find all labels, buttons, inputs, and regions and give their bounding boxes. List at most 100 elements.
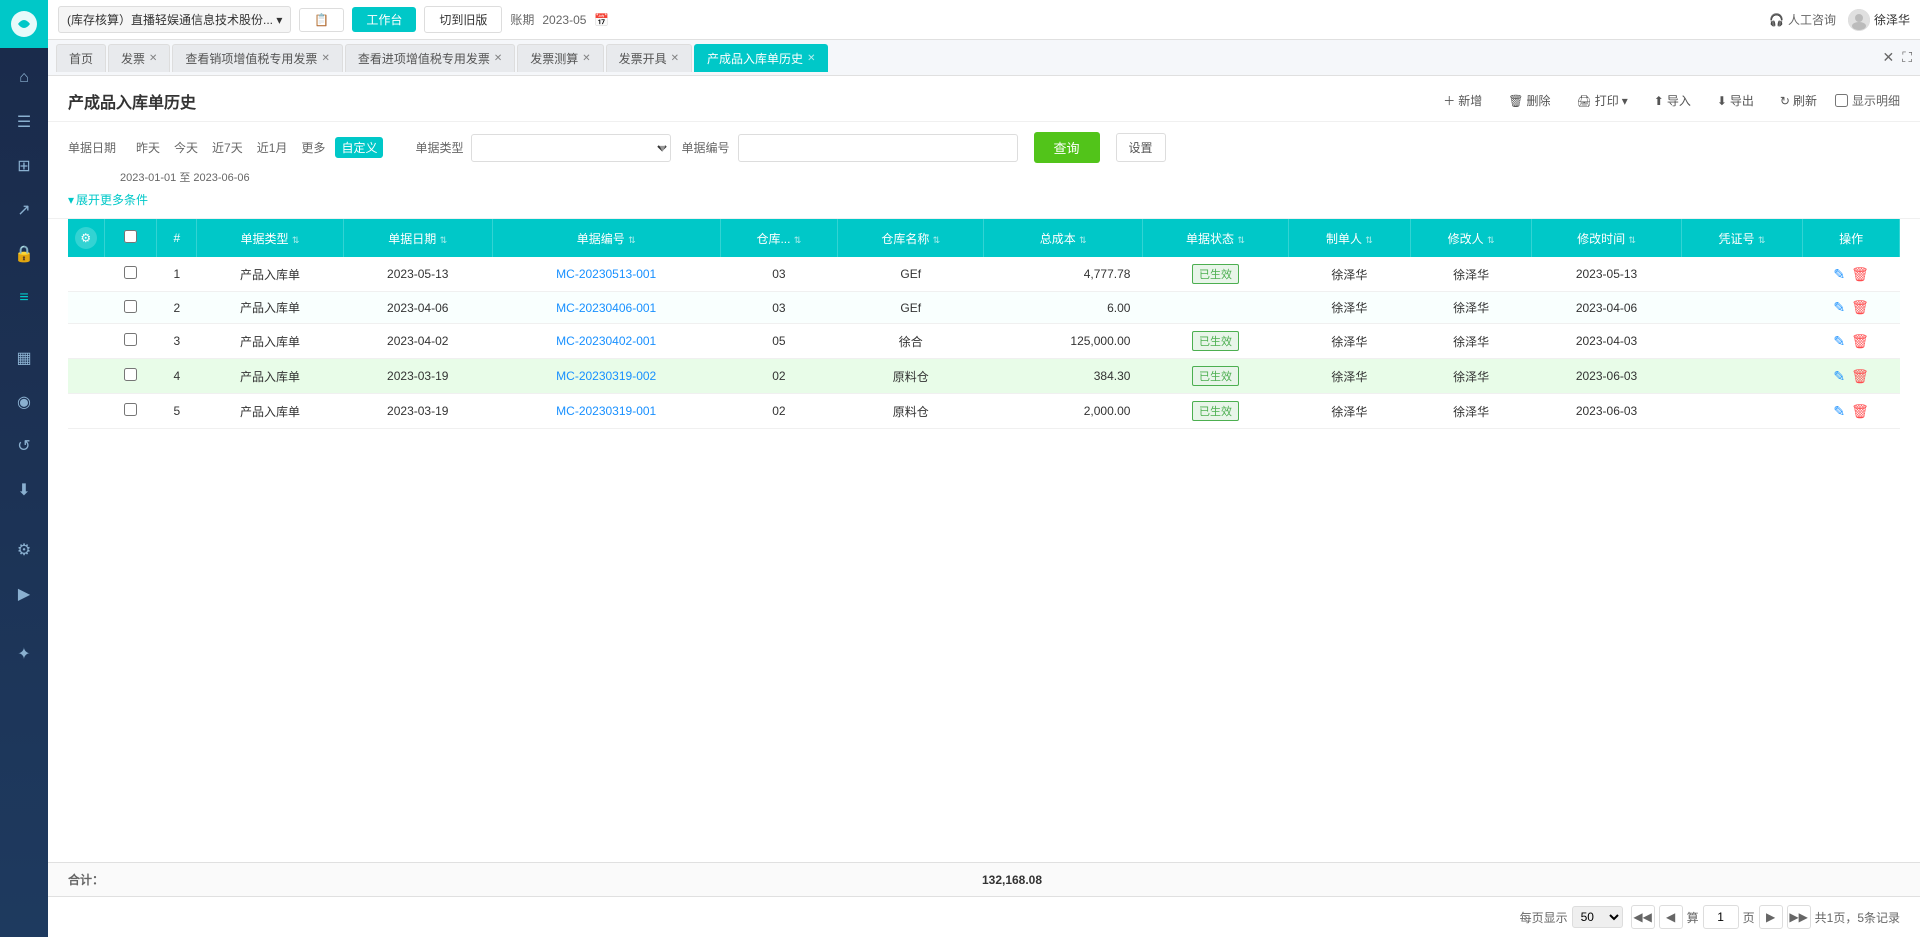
first-page-button[interactable]: ◀◀ (1631, 905, 1655, 929)
row-checkbox[interactable] (124, 403, 137, 416)
new-button[interactable]: ＋ 新增 (1435, 88, 1490, 113)
col-doc-date[interactable]: 单据日期 ⇅ (343, 219, 492, 257)
col-doc-status[interactable]: 单据状态 ⇅ (1142, 219, 1288, 257)
sidebar-item-document[interactable]: ☰ (0, 100, 48, 144)
tab-close-product-history[interactable]: ✕ (807, 53, 815, 64)
edit-icon[interactable]: ✎ (1833, 299, 1845, 316)
refresh-button[interactable]: ↻ 刷新 (1772, 88, 1825, 113)
edit-icon[interactable]: ✎ (1833, 266, 1845, 283)
row-checkbox-cell[interactable] (104, 292, 157, 324)
row-doc-no[interactable]: MC-20230319-001 (492, 394, 720, 429)
row-checkbox[interactable] (124, 266, 137, 279)
row-doc-no[interactable]: MC-20230406-001 (492, 292, 720, 324)
delete-row-icon[interactable]: 🗑 (1851, 403, 1869, 420)
col-total-cost[interactable]: 总成本 ⇅ (984, 219, 1143, 257)
tab-close-sales-vat[interactable]: ✕ (321, 53, 329, 64)
sidebar-item-analysis[interactable]: ↗ (0, 188, 48, 232)
tab-close-purchase-vat[interactable]: ✕ (494, 53, 502, 64)
switch-mode-button[interactable]: 切到旧版 (424, 6, 502, 33)
row-checkbox[interactable] (124, 300, 137, 313)
col-modifier[interactable]: 修改人 ⇅ (1410, 219, 1532, 257)
customer-service[interactable]: 🎧 人工咨询 (1769, 11, 1836, 28)
tab-invoice-open[interactable]: 发票开具 ✕ (606, 44, 692, 72)
setting-button[interactable]: 设置 (1116, 133, 1166, 162)
select-all-checkbox[interactable] (124, 230, 137, 243)
shortcut-1month[interactable]: 近1月 (253, 137, 292, 158)
row-checkbox-cell[interactable] (104, 359, 157, 394)
col-doc-type[interactable]: 单据类型 ⇅ (197, 219, 343, 257)
calendar-icon[interactable]: 📅 (594, 13, 609, 27)
delete-row-icon[interactable]: 🗑 (1851, 333, 1869, 350)
col-modify-time[interactable]: 修改时间 ⇅ (1532, 219, 1681, 257)
tab-invoice-calc[interactable]: 发票测算 ✕ (517, 44, 603, 72)
user-menu[interactable]: 徐泽华 (1848, 9, 1910, 31)
sidebar-item-stamp[interactable]: ◉ (0, 380, 48, 424)
edit-icon[interactable]: ✎ (1833, 333, 1845, 350)
sidebar-item-grid[interactable]: ▦ (0, 336, 48, 380)
tab-product-history[interactable]: 产成品入库单历史 ✕ (694, 44, 828, 72)
company-selector[interactable]: (库存核算）直播轻娱通信息技术股份... ▾ (58, 6, 291, 33)
col-settings[interactable]: ⚙ (68, 219, 104, 257)
next-page-button[interactable]: ▶ (1759, 905, 1783, 929)
col-voucher-no[interactable]: 凭证号 ⇅ (1681, 219, 1803, 257)
tab-close-invoice[interactable]: ✕ (149, 53, 157, 64)
show-detail-checkbox[interactable] (1835, 94, 1848, 107)
column-settings-icon[interactable]: ⚙ (75, 227, 97, 249)
delete-row-icon[interactable]: 🗑 (1851, 299, 1869, 316)
sidebar-item-settings[interactable]: ⚙ (0, 528, 48, 572)
row-checkbox-cell[interactable] (104, 394, 157, 429)
print-button[interactable]: 🖨 打印 ▾ (1568, 88, 1635, 113)
row-checkbox[interactable] (124, 368, 137, 381)
tab-close-invoice-calc[interactable]: ✕ (582, 53, 590, 64)
row-checkbox-cell[interactable] (104, 257, 157, 292)
shortcut-today[interactable]: 今天 (170, 137, 202, 158)
row-doc-no[interactable]: MC-20230402-001 (492, 324, 720, 359)
col-checkbox[interactable] (104, 219, 157, 257)
expand-more-button[interactable]: ▾ 展开更多条件 (68, 191, 148, 208)
per-page-select[interactable]: 50 10 20 100 (1572, 906, 1623, 928)
shortcut-more[interactable]: 更多 (297, 137, 329, 158)
tab-purchase-vat[interactable]: 查看进项增值税专用发票 ✕ (345, 44, 515, 72)
doc-type-select[interactable] (471, 134, 671, 162)
sidebar-item-refresh[interactable]: ↺ (0, 424, 48, 468)
row-checkbox-cell[interactable] (104, 324, 157, 359)
delete-row-icon[interactable]: 🗑 (1851, 266, 1869, 283)
tab-home[interactable]: 首页 (56, 44, 106, 72)
sidebar-item-home[interactable]: ⌂ (0, 56, 48, 100)
row-doc-no[interactable]: MC-20230319-002 (492, 359, 720, 394)
sidebar-item-list[interactable]: ≡ (0, 276, 48, 320)
row-doc-no[interactable]: MC-20230513-001 (492, 257, 720, 292)
sidebar-item-star[interactable]: ✦ (0, 632, 48, 676)
delete-button[interactable]: 🗑 删除 (1500, 88, 1558, 113)
doc-no-input[interactable] (738, 134, 1018, 162)
delete-row-icon[interactable]: 🗑 (1851, 368, 1869, 385)
app-logo[interactable] (0, 0, 48, 48)
col-warehouse-no[interactable]: 仓库... ⇅ (720, 219, 838, 257)
edit-icon[interactable]: ✎ (1833, 403, 1845, 420)
close-all-tabs-button[interactable]: ✕ (1882, 49, 1894, 66)
shortcut-yesterday[interactable]: 昨天 (132, 137, 164, 158)
sidebar-item-download[interactable]: ⬇ (0, 468, 48, 512)
tab-close-invoice-open[interactable]: ✕ (671, 53, 679, 64)
prev-page-button[interactable]: ◀ (1659, 905, 1683, 929)
col-creator[interactable]: 制单人 ⇅ (1289, 219, 1411, 257)
row-checkbox[interactable] (124, 333, 137, 346)
sidebar-item-play[interactable]: ▶ (0, 572, 48, 616)
page-input[interactable] (1703, 905, 1739, 929)
shortcut-custom[interactable]: 自定义 (335, 137, 383, 158)
tab-sales-vat[interactable]: 查看销项增值税专用发票 ✕ (172, 44, 342, 72)
edit-icon[interactable]: ✎ (1833, 368, 1845, 385)
export-button[interactable]: ⬇ 导出 (1709, 88, 1762, 113)
import-button[interactable]: ⬆ 导入 (1646, 88, 1699, 113)
copy-doc-button[interactable]: 📋 (299, 8, 344, 32)
sidebar-item-lock[interactable]: 🔒 (0, 232, 48, 276)
fullscreen-button[interactable]: ⛶ (1902, 49, 1912, 66)
col-warehouse-name[interactable]: 仓库名称 ⇅ (838, 219, 984, 257)
tab-invoice[interactable]: 发票 ✕ (108, 44, 170, 72)
show-detail-toggle[interactable]: 显示明细 (1835, 92, 1900, 109)
sidebar-item-chart[interactable]: ⊞ (0, 144, 48, 188)
last-page-button[interactable]: ▶▶ (1787, 905, 1811, 929)
query-button[interactable]: 查询 (1034, 132, 1100, 163)
col-doc-no[interactable]: 单据编号 ⇅ (492, 219, 720, 257)
shortcut-7days[interactable]: 近7天 (208, 137, 247, 158)
